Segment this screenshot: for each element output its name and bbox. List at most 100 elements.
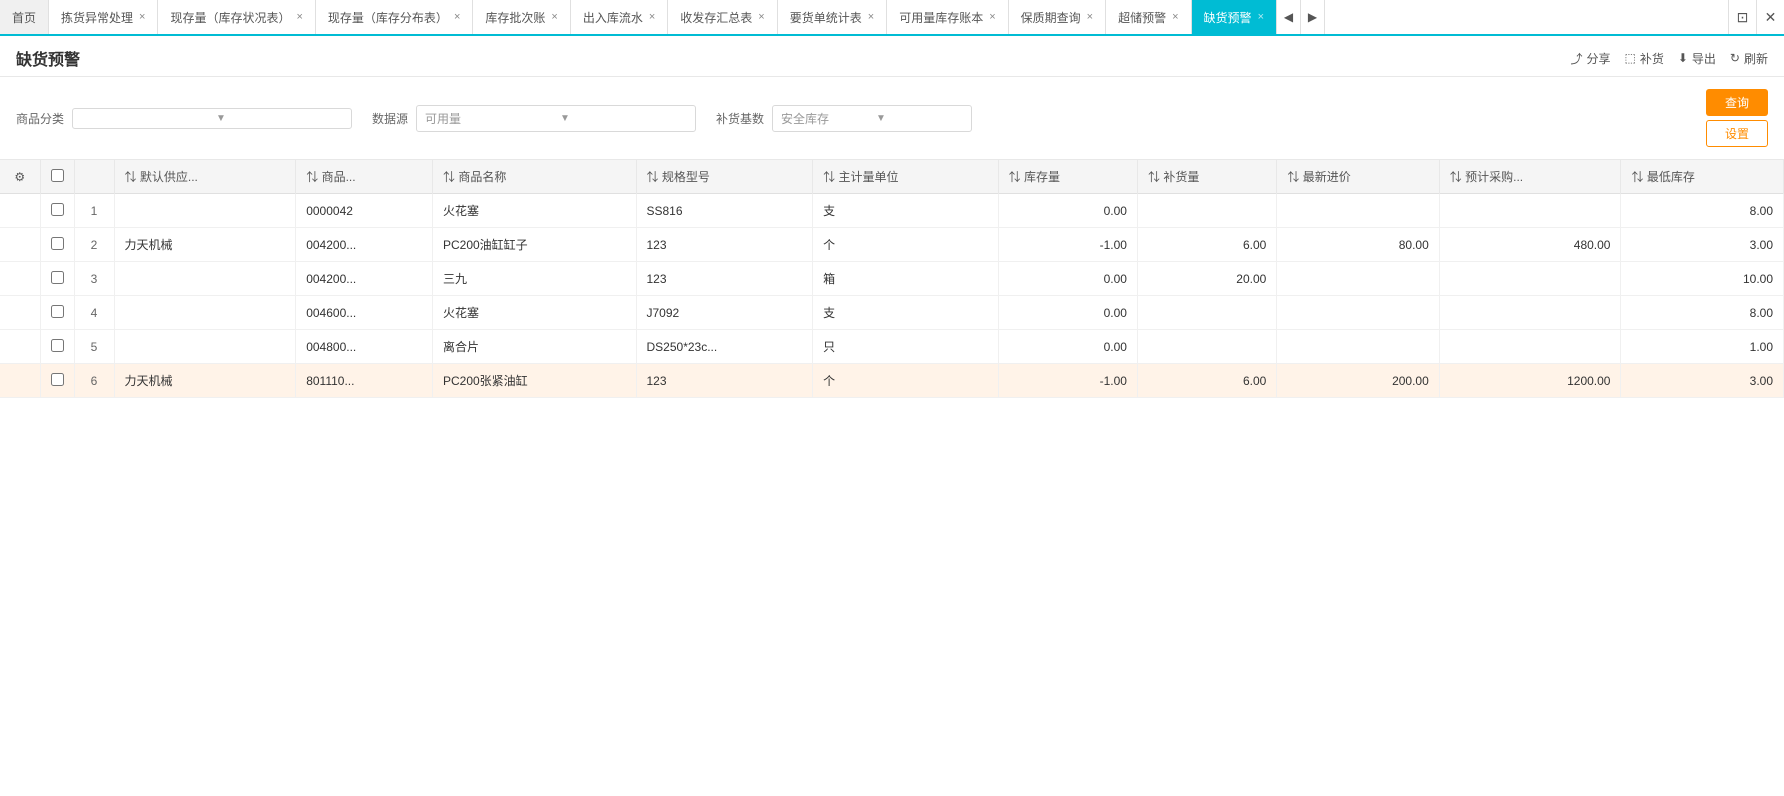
share-button[interactable]: ⤴ 分享 [1570, 50, 1610, 67]
row-latest-price [1277, 194, 1439, 228]
column-spec[interactable]: ⇅ 规格型号 [636, 160, 813, 194]
tab-overstock[interactable]: 超储预警 × [1106, 0, 1191, 34]
row-restock-qty [1137, 330, 1276, 364]
row-checkbox[interactable] [51, 237, 64, 250]
row-checkbox-cell[interactable] [40, 228, 74, 262]
row-checkbox[interactable] [51, 339, 64, 352]
tab-home[interactable]: 首页 [0, 0, 49, 34]
row-latest-price [1277, 330, 1439, 364]
tab-collection-close[interactable]: × [758, 11, 764, 23]
column-latest-price[interactable]: ⇅ 最新进价 [1277, 160, 1439, 194]
tab-available-close[interactable]: × [989, 11, 995, 23]
row-default-supplier [114, 262, 296, 296]
tab-batch-close[interactable]: × [551, 11, 557, 23]
column-restock-qty[interactable]: ⇅ 补货量 [1137, 160, 1276, 194]
column-unit[interactable]: ⇅ 主计量单位 [813, 160, 999, 194]
tab-inventory-dist-close[interactable]: × [454, 11, 460, 23]
row-number: 6 [74, 364, 114, 398]
column-est-purchase[interactable]: ⇅ 预计采购... [1439, 160, 1621, 194]
row-checkbox-cell[interactable] [40, 194, 74, 228]
tab-abnormal[interactable]: 拣货异常处理 × [49, 0, 158, 34]
table-row: 4 004600... 火花塞 J7092 支 0.00 8.00 [0, 296, 1784, 330]
filter-bar: 商品分类 ▼ 数据源 可用量 ▼ 补货基数 安全库存 ▼ 查询 设置 [0, 77, 1784, 160]
row-restock-qty: 6.00 [1137, 364, 1276, 398]
tab-overstock-close[interactable]: × [1172, 11, 1178, 23]
tab-expiry[interactable]: 保质期查询 × [1009, 0, 1106, 34]
row-checkbox-cell[interactable] [40, 364, 74, 398]
row-latest-price [1277, 296, 1439, 330]
row-checkbox-cell[interactable] [40, 296, 74, 330]
shortage-table: ⚙ ⇅ 默认供应... ⇅ 商品... ⇅ 商品名称 ⇅ [0, 160, 1784, 398]
row-settings-cell [0, 262, 40, 296]
table-row: 3 004200... 三九 123 箱 0.00 20.00 10.00 [0, 262, 1784, 296]
row-restock-qty [1137, 296, 1276, 330]
tab-prev-button[interactable]: ◀ [1277, 0, 1301, 35]
row-unit: 支 [813, 194, 999, 228]
select-all-checkbox[interactable] [51, 169, 64, 182]
refresh-button[interactable]: ↻ 刷新 [1730, 50, 1768, 67]
column-default-supplier[interactable]: ⇅ 默认供应... [114, 160, 296, 194]
tab-inventory-dist[interactable]: 现存量（库存分布表） × [316, 0, 473, 34]
category-dropdown-icon: ▼ [216, 113, 343, 124]
tab-restore-button[interactable]: ⊡ [1728, 0, 1756, 35]
row-checkbox[interactable] [51, 305, 64, 318]
column-min-stock[interactable]: ⇅ 最低库存 [1621, 160, 1784, 194]
row-number: 2 [74, 228, 114, 262]
tab-abnormal-close[interactable]: × [139, 11, 145, 23]
row-default-supplier [114, 296, 296, 330]
tab-batch[interactable]: 库存批次账 × [473, 0, 570, 34]
row-checkbox[interactable] [51, 271, 64, 284]
row-stock: 0.00 [998, 262, 1137, 296]
row-stock: -1.00 [998, 228, 1137, 262]
header-actions: ⤴ 分享 ⬚ 补货 ⬇ 导出 ↻ 刷新 [1570, 50, 1768, 67]
row-checkbox-cell[interactable] [40, 330, 74, 364]
settings-button[interactable]: 设置 [1706, 120, 1768, 147]
column-product-name[interactable]: ⇅ 商品名称 [432, 160, 636, 194]
row-settings-cell [0, 194, 40, 228]
tab-inout[interactable]: 出入库流水 × [571, 0, 668, 34]
tab-inventory-status-close[interactable]: × [296, 11, 302, 23]
row-stock: 0.00 [998, 296, 1137, 330]
column-settings[interactable]: ⚙ [0, 160, 40, 194]
row-checkbox[interactable] [51, 203, 64, 216]
row-checkbox[interactable] [51, 373, 64, 386]
row-restock-qty [1137, 194, 1276, 228]
row-product-name: PC200张紧油缸 [432, 364, 636, 398]
restock-base-dropdown-icon: ▼ [876, 113, 963, 124]
row-default-supplier [114, 194, 296, 228]
row-unit: 箱 [813, 262, 999, 296]
datasource-filter-group: 数据源 可用量 ▼ [372, 105, 696, 132]
row-product-code: 004600... [296, 296, 433, 330]
tab-bar: 首页 拣货异常处理 × 现存量（库存状况表） × 现存量（库存分布表） × 库存… [0, 0, 1784, 36]
query-button[interactable]: 查询 [1706, 89, 1768, 116]
column-checkbox [40, 160, 74, 194]
tab-inventory-status[interactable]: 现存量（库存状况表） × [158, 0, 315, 34]
tab-close-window-button[interactable]: ✕ [1756, 0, 1784, 35]
share-icon: ⤴ [1570, 50, 1582, 67]
tab-available[interactable]: 可用量库存账本 × [887, 0, 1008, 34]
row-spec: 123 [636, 364, 813, 398]
tab-next-button[interactable]: ▶ [1301, 0, 1325, 35]
export-button[interactable]: ⬇ 导出 [1678, 50, 1716, 67]
row-product-code: 0000042 [296, 194, 433, 228]
category-select[interactable]: ▼ [72, 108, 352, 129]
row-min-stock: 1.00 [1621, 330, 1784, 364]
tab-inout-close[interactable]: × [649, 11, 655, 23]
restock-icon: ⬚ [1624, 51, 1635, 65]
datasource-select[interactable]: 可用量 ▼ [416, 105, 696, 132]
restock-button[interactable]: ⬚ 补货 [1624, 50, 1663, 67]
tab-shortage[interactable]: 缺货预警 × [1192, 0, 1277, 34]
column-stock[interactable]: ⇅ 库存量 [998, 160, 1137, 194]
tab-collection[interactable]: 收发存汇总表 × [668, 0, 777, 34]
tab-shortage-close[interactable]: × [1258, 11, 1264, 23]
row-checkbox-cell[interactable] [40, 262, 74, 296]
tab-requisition-close[interactable]: × [868, 11, 874, 23]
restock-base-select[interactable]: 安全库存 ▼ [772, 105, 972, 132]
column-product-code[interactable]: ⇅ 商品... [296, 160, 433, 194]
row-min-stock: 8.00 [1621, 296, 1784, 330]
table-row: 5 004800... 离合片 DS250*23c... 只 0.00 1.00 [0, 330, 1784, 364]
table-row: 6 力天机械 801110... PC200张紧油缸 123 个 -1.00 6… [0, 364, 1784, 398]
row-unit: 只 [813, 330, 999, 364]
tab-requisition[interactable]: 要货单统计表 × [778, 0, 887, 34]
tab-expiry-close[interactable]: × [1087, 11, 1093, 23]
